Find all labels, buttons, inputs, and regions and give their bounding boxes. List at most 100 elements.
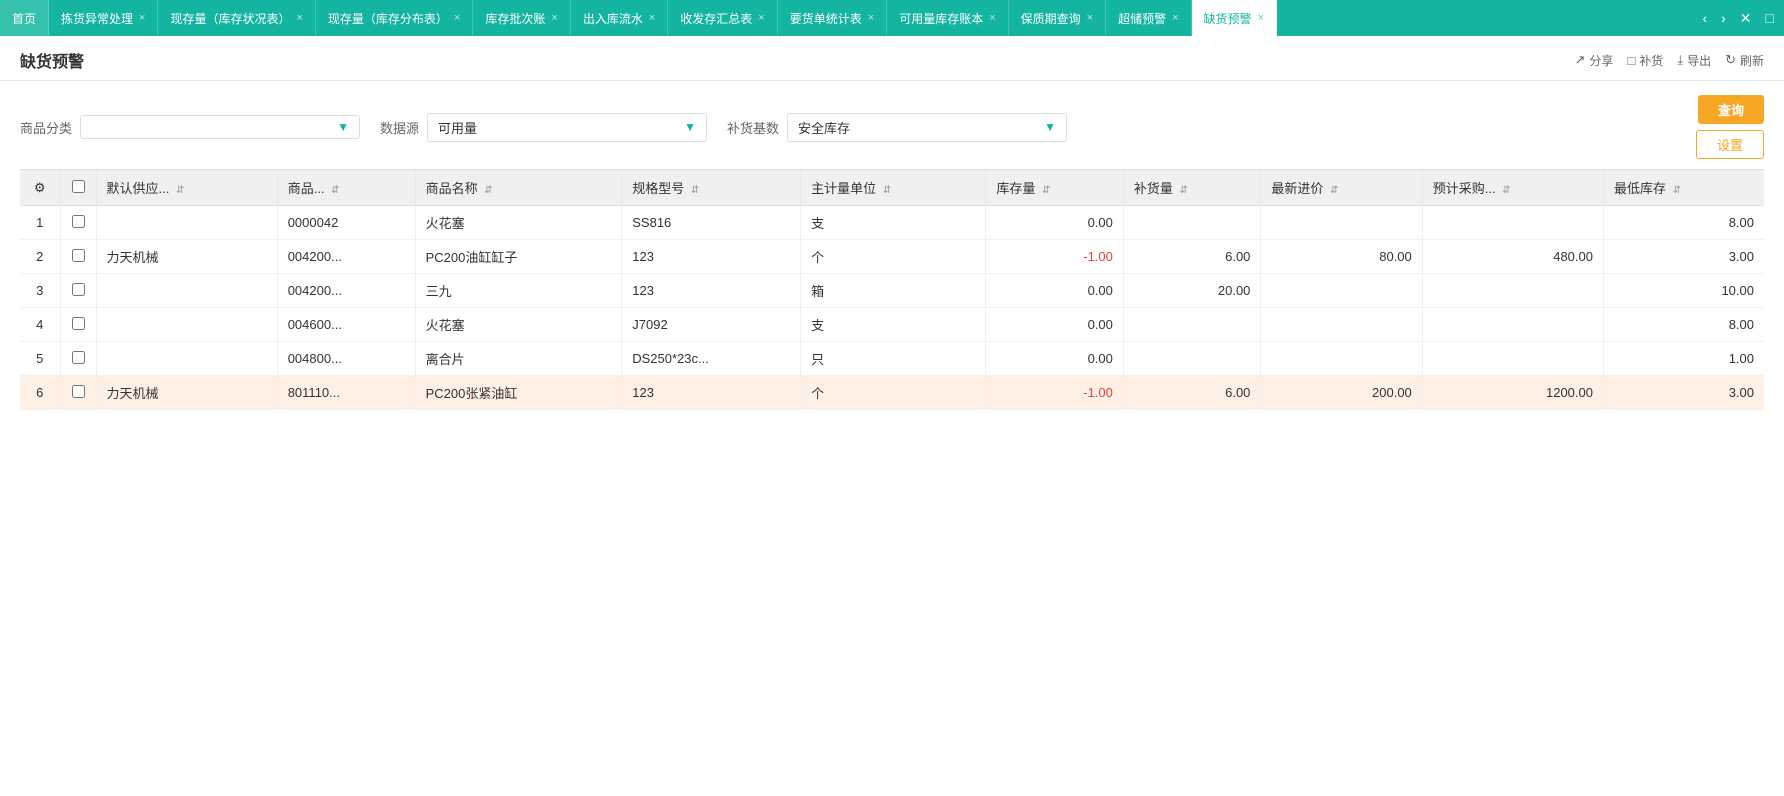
- td-spec: 123: [622, 240, 801, 274]
- tab-3-close[interactable]: ×: [454, 12, 460, 24]
- tab-11-close[interactable]: ×: [1258, 12, 1264, 24]
- tab-6[interactable]: 收发存汇总表 ×: [668, 0, 777, 36]
- query-button[interactable]: 查询: [1698, 95, 1764, 124]
- td-stock: 0.00: [986, 206, 1124, 240]
- tab-8[interactable]: 可用量库存账本 ×: [887, 0, 1008, 36]
- th-replenish-qty[interactable]: 补货量 ⇵: [1123, 170, 1261, 206]
- td-unit: 支: [801, 308, 986, 342]
- td-spec: 123: [622, 376, 801, 410]
- tab-close-all-button[interactable]: ✕: [1734, 8, 1758, 29]
- row-checkbox[interactable]: [72, 283, 85, 296]
- tab-1-close[interactable]: ×: [139, 12, 145, 24]
- filter-area: 商品分类 ▼ 数据源 可用量 ▼ 补货基数 安全库存 ▼ 查询 设置: [0, 81, 1784, 169]
- td-row-num: 1: [20, 206, 60, 240]
- sort-icon-stock: ⇵: [1042, 185, 1050, 196]
- th-latest-price[interactable]: 最新进价 ⇵: [1261, 170, 1422, 206]
- td-checkbox[interactable]: [60, 376, 96, 410]
- header-actions: ↗ 分享 □ 补货 ⤓ 导出 ↻ 刷新: [1575, 52, 1764, 69]
- tab-9-close[interactable]: ×: [1087, 12, 1093, 24]
- tab-home[interactable]: 首页: [0, 0, 49, 36]
- replenish-button[interactable]: □ 补货: [1627, 52, 1663, 69]
- td-stock: -1.00: [986, 240, 1124, 274]
- row-checkbox[interactable]: [72, 249, 85, 262]
- row-checkbox[interactable]: [72, 385, 85, 398]
- th-est-purchase[interactable]: 预计采购... ⇵: [1422, 170, 1603, 206]
- tab-6-close[interactable]: ×: [758, 12, 764, 24]
- td-est-purchase: 1200.00: [1422, 376, 1603, 410]
- share-button[interactable]: ↗ 分享: [1575, 52, 1614, 69]
- tab-10-close[interactable]: ×: [1172, 12, 1178, 24]
- sort-icon-price: ⇵: [1330, 185, 1338, 196]
- td-supplier: [96, 274, 277, 308]
- td-min-stock: 8.00: [1603, 206, 1764, 240]
- tab-5[interactable]: 出入库流水 ×: [571, 0, 668, 36]
- tab-2[interactable]: 现存量（库存状况表） ×: [158, 0, 315, 36]
- td-product-code: 004600...: [277, 308, 415, 342]
- th-settings[interactable]: ⚙: [20, 170, 60, 206]
- td-spec: J7092: [622, 308, 801, 342]
- td-stock: 0.00: [986, 342, 1124, 376]
- data-source-group: 数据源 可用量 ▼: [380, 113, 707, 142]
- th-product-name[interactable]: 商品名称 ⇵: [415, 170, 622, 206]
- export-button[interactable]: ⤓ 导出: [1677, 52, 1711, 69]
- th-product-code[interactable]: 商品... ⇵: [277, 170, 415, 206]
- replenish-base-select[interactable]: 安全库存 ▼: [787, 113, 1067, 142]
- td-latest-price: 200.00: [1261, 376, 1422, 410]
- product-category-arrow-icon: ▼: [337, 120, 349, 134]
- tab-4-close[interactable]: ×: [551, 12, 557, 24]
- td-checkbox[interactable]: [60, 274, 96, 308]
- tab-4[interactable]: 库存批次账 ×: [473, 0, 570, 36]
- td-checkbox[interactable]: [60, 206, 96, 240]
- td-min-stock: 1.00: [1603, 342, 1764, 376]
- tab-11[interactable]: 缺货预警 ×: [1192, 0, 1277, 36]
- th-check[interactable]: [60, 170, 96, 206]
- th-spec[interactable]: 规格型号 ⇵: [622, 170, 801, 206]
- product-category-select[interactable]: ▼: [80, 115, 360, 139]
- row-checkbox[interactable]: [72, 351, 85, 364]
- table-row: 4 004600... 火花塞 J7092 支 0.00 8.00: [20, 308, 1764, 342]
- td-checkbox[interactable]: [60, 240, 96, 274]
- td-product-code: 004200...: [277, 240, 415, 274]
- td-product-code: 004200...: [277, 274, 415, 308]
- tab-7-close[interactable]: ×: [868, 12, 874, 24]
- th-stock[interactable]: 库存量 ⇵: [986, 170, 1124, 206]
- refresh-icon: ↻: [1725, 52, 1736, 68]
- row-checkbox[interactable]: [72, 215, 85, 228]
- td-replenish-qty: [1123, 308, 1261, 342]
- td-replenish-qty: 20.00: [1123, 274, 1261, 308]
- tab-3[interactable]: 现存量（库存分布表） ×: [316, 0, 473, 36]
- select-all-checkbox[interactable]: [72, 180, 85, 193]
- td-stock: 0.00: [986, 274, 1124, 308]
- tab-10[interactable]: 超储预警 ×: [1106, 0, 1191, 36]
- tab-8-close[interactable]: ×: [989, 12, 995, 24]
- tab-next-button[interactable]: ›: [1715, 8, 1732, 28]
- tab-2-close[interactable]: ×: [296, 12, 302, 24]
- th-min-stock[interactable]: 最低库存 ⇵: [1603, 170, 1764, 206]
- tab-7[interactable]: 要货单统计表 ×: [778, 0, 887, 36]
- row-checkbox[interactable]: [72, 317, 85, 330]
- settings-button[interactable]: 设置: [1696, 130, 1764, 159]
- td-stock: 0.00: [986, 308, 1124, 342]
- td-unit: 个: [801, 376, 986, 410]
- refresh-button[interactable]: ↻ 刷新: [1725, 52, 1764, 69]
- th-unit[interactable]: 主计量单位 ⇵: [801, 170, 986, 206]
- tab-prev-button[interactable]: ‹: [1696, 8, 1713, 28]
- gear-icon: ⚙: [34, 180, 46, 195]
- td-supplier: 力天机械: [96, 376, 277, 410]
- tab-9[interactable]: 保质期查询 ×: [1009, 0, 1106, 36]
- td-supplier: [96, 206, 277, 240]
- tab-maximize-button[interactable]: □: [1760, 8, 1780, 28]
- tab-1[interactable]: 拣货异常处理 ×: [49, 0, 158, 36]
- td-stock: -1.00: [986, 376, 1124, 410]
- tab-5-close[interactable]: ×: [649, 12, 655, 24]
- td-checkbox[interactable]: [60, 308, 96, 342]
- td-checkbox[interactable]: [60, 342, 96, 376]
- td-est-purchase: [1422, 308, 1603, 342]
- th-default-supplier[interactable]: 默认供应... ⇵: [96, 170, 277, 206]
- td-min-stock: 3.00: [1603, 376, 1764, 410]
- td-supplier: [96, 342, 277, 376]
- td-product-name: PC200张紧油缸: [415, 376, 622, 410]
- data-source-select[interactable]: 可用量 ▼: [427, 113, 707, 142]
- product-category-label: 商品分类: [20, 118, 72, 137]
- td-product-name: 火花塞: [415, 308, 622, 342]
